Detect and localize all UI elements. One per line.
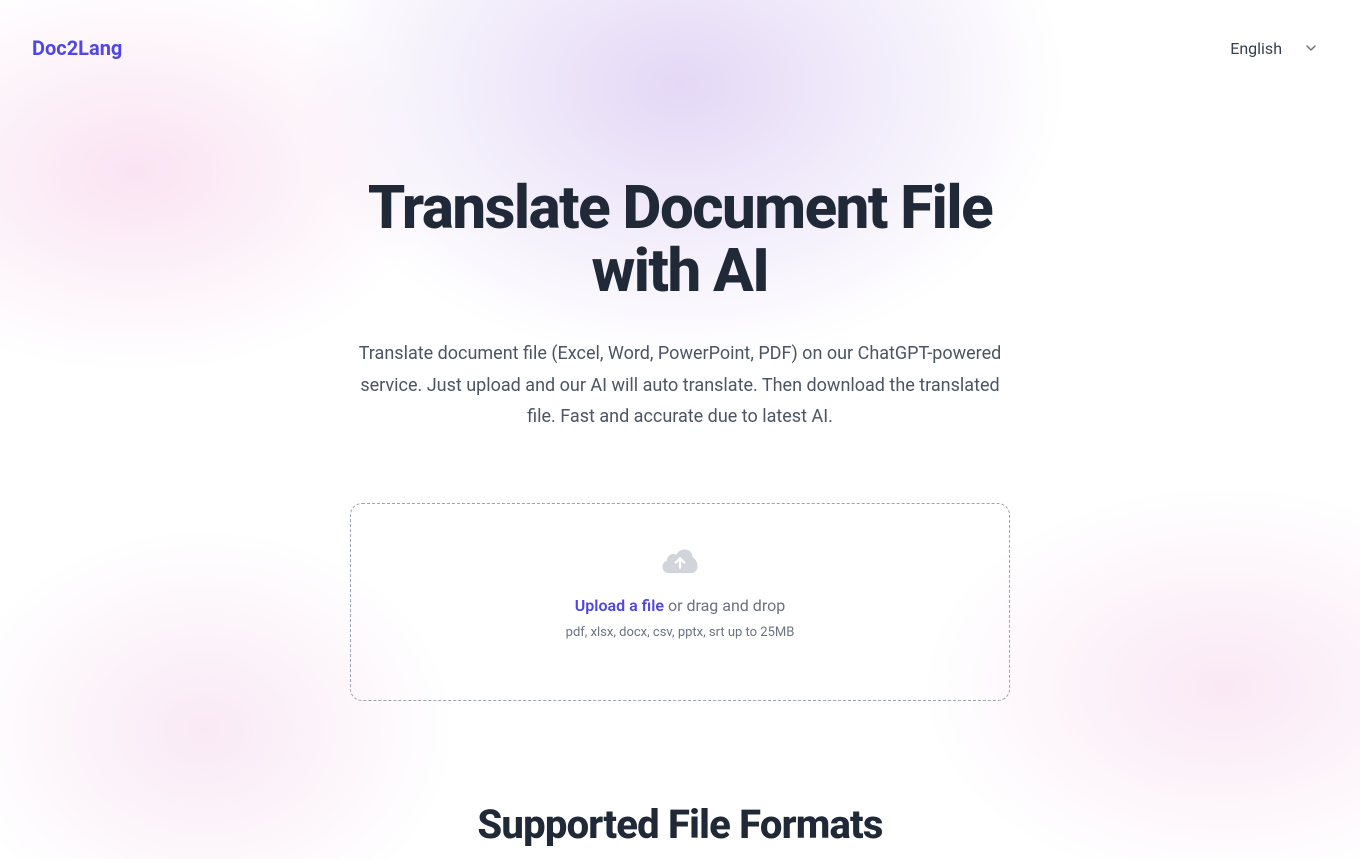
header: Doc2Lang English [0,0,1360,96]
cloud-upload-icon [659,542,701,578]
upload-hint: pdf, xlsx, docx, csv, pptx, srt up to 25… [391,625,969,640]
upload-file-link[interactable]: Upload a file [575,596,664,615]
upload-dropzone[interactable]: Upload a file or drag and drop pdf, xlsx… [350,503,1010,701]
supported-formats-title: Supported File Formats [350,801,1010,848]
language-selector[interactable]: English [1230,39,1328,58]
hero-description: Translate document file (Excel, Word, Po… [350,338,1010,433]
hero-title: Translate Document File with AI [350,176,1010,302]
upload-drag-text: or drag and drop [664,596,785,615]
main-content: Translate Document File with AI Translat… [330,96,1030,848]
upload-text-line: Upload a file or drag and drop [391,596,969,615]
chevron-down-icon [1306,45,1316,51]
language-selected-label: English [1230,39,1282,58]
logo[interactable]: Doc2Lang [32,36,122,60]
